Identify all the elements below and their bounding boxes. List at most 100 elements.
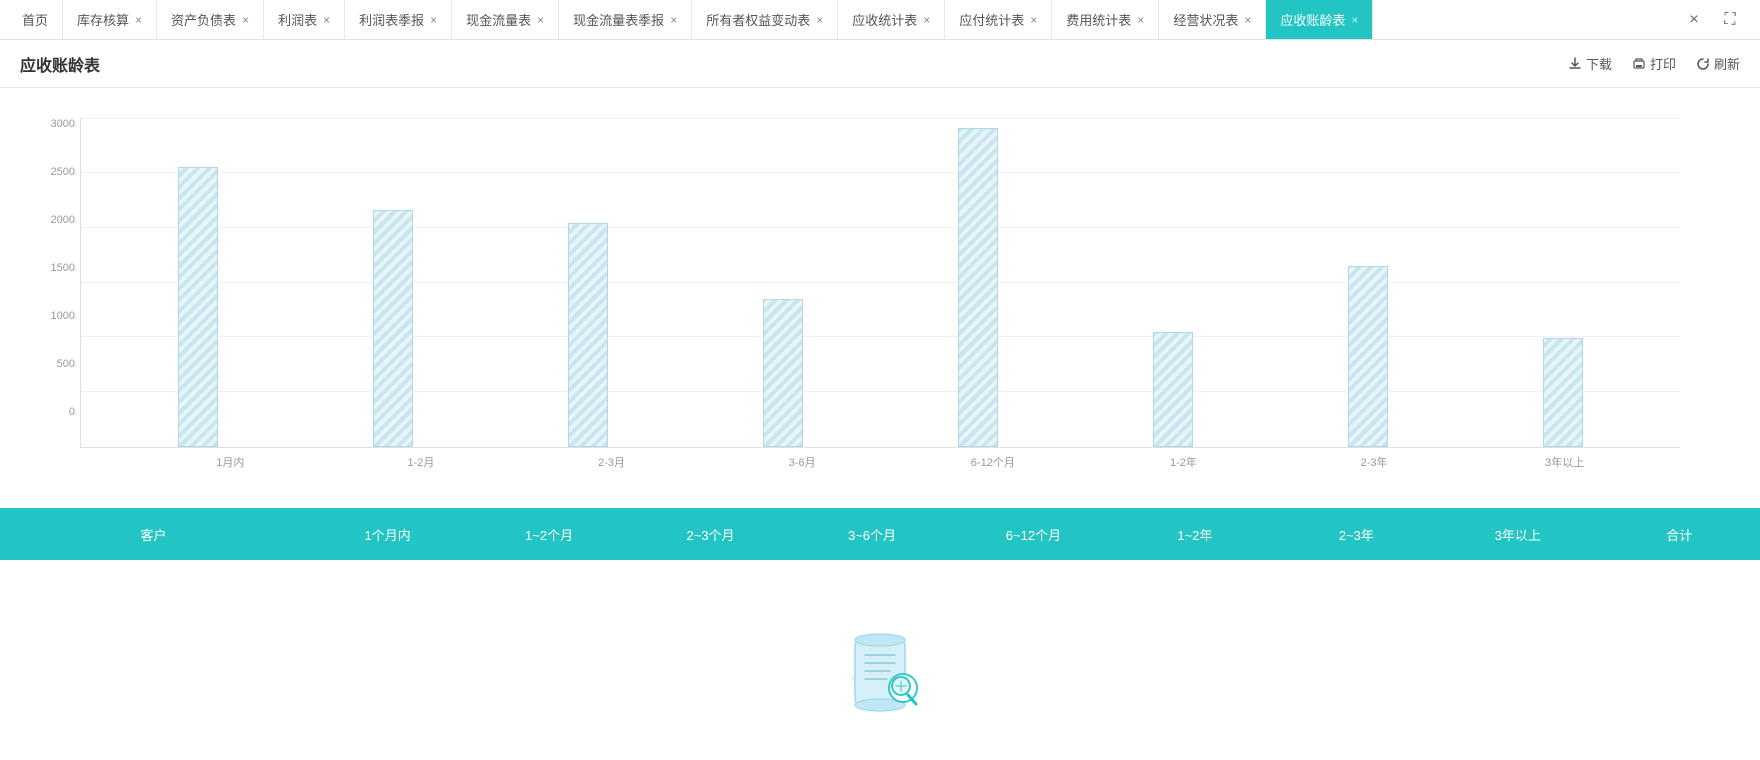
empty-illustration bbox=[825, 620, 935, 730]
table-header-3year-plus: 3年以上 bbox=[1437, 525, 1598, 544]
bar-1-2年 bbox=[1153, 332, 1193, 447]
tab-cashflow-quarterly[interactable]: 现金流量表季报 × bbox=[559, 0, 692, 40]
tab-receivable-aging[interactable]: 应收账龄表 × bbox=[1266, 0, 1373, 40]
bar-group-2 bbox=[296, 118, 491, 447]
close-window-button[interactable]: × bbox=[1680, 6, 1708, 34]
table-header-2-3year: 2~3年 bbox=[1276, 525, 1437, 544]
main-content: 0 500 1000 1500 2000 2500 3000 bbox=[0, 88, 1760, 760]
bar-1-2月 bbox=[373, 210, 413, 447]
download-icon bbox=[1568, 57, 1582, 71]
bar-group-8 bbox=[1465, 118, 1660, 447]
print-button[interactable]: 打印 bbox=[1632, 54, 1676, 73]
grid-line bbox=[81, 227, 1680, 228]
tab-label: 费用统计表 bbox=[1066, 10, 1131, 29]
empty-state bbox=[805, 600, 955, 750]
tab-expense-stats[interactable]: 费用统计表 × bbox=[1052, 0, 1159, 40]
y-axis: 0 500 1000 1500 2000 2500 3000 bbox=[25, 118, 75, 418]
table-header: 客户 1个月内 1~2个月 2~3个月 3~6个月 6~12个月 1~2年 2~… bbox=[0, 508, 1760, 560]
grid-line bbox=[81, 336, 1680, 337]
maximize-window-button[interactable]: ⛶ bbox=[1716, 6, 1744, 34]
tab-label: 利润表 bbox=[278, 10, 317, 29]
x-label-3-6月: 3-6月 bbox=[707, 454, 898, 470]
chart-plot-area bbox=[80, 118, 1680, 448]
tab-profit[interactable]: 利润表 × bbox=[264, 0, 345, 40]
page-title: 应收账龄表 bbox=[20, 52, 100, 76]
x-label-1-2月: 1-2月 bbox=[326, 454, 517, 470]
tab-home-label: 首页 bbox=[22, 10, 48, 29]
tab-close-icon[interactable]: × bbox=[1030, 13, 1037, 27]
refresh-button[interactable]: 刷新 bbox=[1696, 54, 1740, 73]
tab-operations[interactable]: 经营状况表 × bbox=[1159, 0, 1266, 40]
bar-group-5 bbox=[881, 118, 1076, 447]
table-header-1-2year: 1~2年 bbox=[1114, 525, 1275, 544]
print-icon bbox=[1632, 57, 1646, 71]
tab-balance[interactable]: 资产负债表 × bbox=[157, 0, 264, 40]
header-actions: 下载 打印 刷新 bbox=[1568, 54, 1740, 73]
bar-group-3 bbox=[491, 118, 686, 447]
bars-container bbox=[81, 118, 1680, 447]
tab-close-icon[interactable]: × bbox=[537, 13, 544, 27]
tab-bar: 首页 库存核算 × 资产负债表 × 利润表 × 利润表季报 × 现金流量表 × … bbox=[0, 0, 1760, 40]
x-label-3年以上: 3年以上 bbox=[1469, 454, 1660, 470]
download-button[interactable]: 下载 bbox=[1568, 54, 1612, 73]
bar-group-1 bbox=[101, 118, 296, 447]
tab-label: 所有者权益变动表 bbox=[706, 10, 810, 29]
tab-receivable-stats[interactable]: 应收统计表 × bbox=[838, 0, 945, 40]
grid-line bbox=[81, 282, 1680, 283]
tab-close-icon[interactable]: × bbox=[816, 13, 823, 27]
x-axis: 1月内 1-2月 2-3月 3-6月 6-12个月 1-2年 2-3年 3年以上 bbox=[135, 454, 1660, 470]
tab-label: 应收统计表 bbox=[852, 10, 917, 29]
tab-equity[interactable]: 所有者权益变动表 × bbox=[692, 0, 838, 40]
grid-line bbox=[81, 172, 1680, 173]
tab-close-icon[interactable]: × bbox=[1351, 13, 1358, 27]
tab-inventory[interactable]: 库存核算 × bbox=[63, 0, 157, 40]
x-label-6-12月: 6-12个月 bbox=[898, 454, 1089, 470]
bar-2-3月 bbox=[568, 223, 608, 447]
grid-line bbox=[81, 118, 1680, 119]
tab-home[interactable]: 首页 bbox=[8, 0, 63, 40]
tab-close-icon[interactable]: × bbox=[1137, 13, 1144, 27]
refresh-icon bbox=[1696, 57, 1710, 71]
chart-area: 0 500 1000 1500 2000 2500 3000 bbox=[0, 88, 1760, 508]
tab-profit-quarterly[interactable]: 利润表季报 × bbox=[345, 0, 452, 40]
tab-close-icon[interactable]: × bbox=[1244, 13, 1251, 27]
page-header: 应收账龄表 下载 打印 刷新 bbox=[0, 40, 1760, 88]
tab-close-icon[interactable]: × bbox=[135, 13, 142, 27]
bar-1月内 bbox=[178, 167, 218, 447]
window-controls: × ⛶ bbox=[1680, 6, 1752, 34]
table-header-6-12month: 6~12个月 bbox=[953, 525, 1114, 544]
bar-6-12月 bbox=[958, 128, 998, 447]
bar-group-4 bbox=[686, 118, 881, 447]
print-label: 打印 bbox=[1650, 54, 1676, 73]
tab-close-icon[interactable]: × bbox=[670, 13, 677, 27]
refresh-label: 刷新 bbox=[1714, 54, 1740, 73]
x-label-2-3月: 2-3月 bbox=[516, 454, 707, 470]
x-label-1月内: 1月内 bbox=[135, 454, 326, 470]
tab-close-icon[interactable]: × bbox=[923, 13, 930, 27]
tab-label: 应付统计表 bbox=[959, 10, 1024, 29]
tab-close-icon[interactable]: × bbox=[242, 13, 249, 27]
table-header-2-3month: 2~3个月 bbox=[630, 525, 791, 544]
x-label-2-3年: 2-3年 bbox=[1279, 454, 1470, 470]
bar-3-6月 bbox=[763, 299, 803, 447]
tab-label: 现金流量表季报 bbox=[573, 10, 664, 29]
tab-close-icon[interactable]: × bbox=[430, 13, 437, 27]
tab-cashflow[interactable]: 现金流量表 × bbox=[452, 0, 559, 40]
grid-line bbox=[81, 391, 1680, 392]
tab-label: 应收账龄表 bbox=[1280, 10, 1345, 29]
tab-label: 经营状况表 bbox=[1173, 10, 1238, 29]
table-header-total: 合计 bbox=[1599, 525, 1760, 544]
bar-group-6 bbox=[1075, 118, 1270, 447]
table-header-3-6month: 3~6个月 bbox=[791, 525, 952, 544]
tab-label: 资产负债表 bbox=[171, 10, 236, 29]
bar-group-7 bbox=[1270, 118, 1465, 447]
download-label: 下载 bbox=[1586, 54, 1612, 73]
tab-payable-stats[interactable]: 应付统计表 × bbox=[945, 0, 1052, 40]
tab-label: 库存核算 bbox=[77, 10, 129, 29]
table-body bbox=[0, 560, 1760, 760]
table-header-client: 客户 bbox=[0, 525, 307, 544]
bar-3年以上 bbox=[1543, 338, 1583, 447]
tab-label: 利润表季报 bbox=[359, 10, 424, 29]
tab-close-icon[interactable]: × bbox=[323, 13, 330, 27]
table-header-1month: 1个月内 bbox=[307, 525, 468, 544]
